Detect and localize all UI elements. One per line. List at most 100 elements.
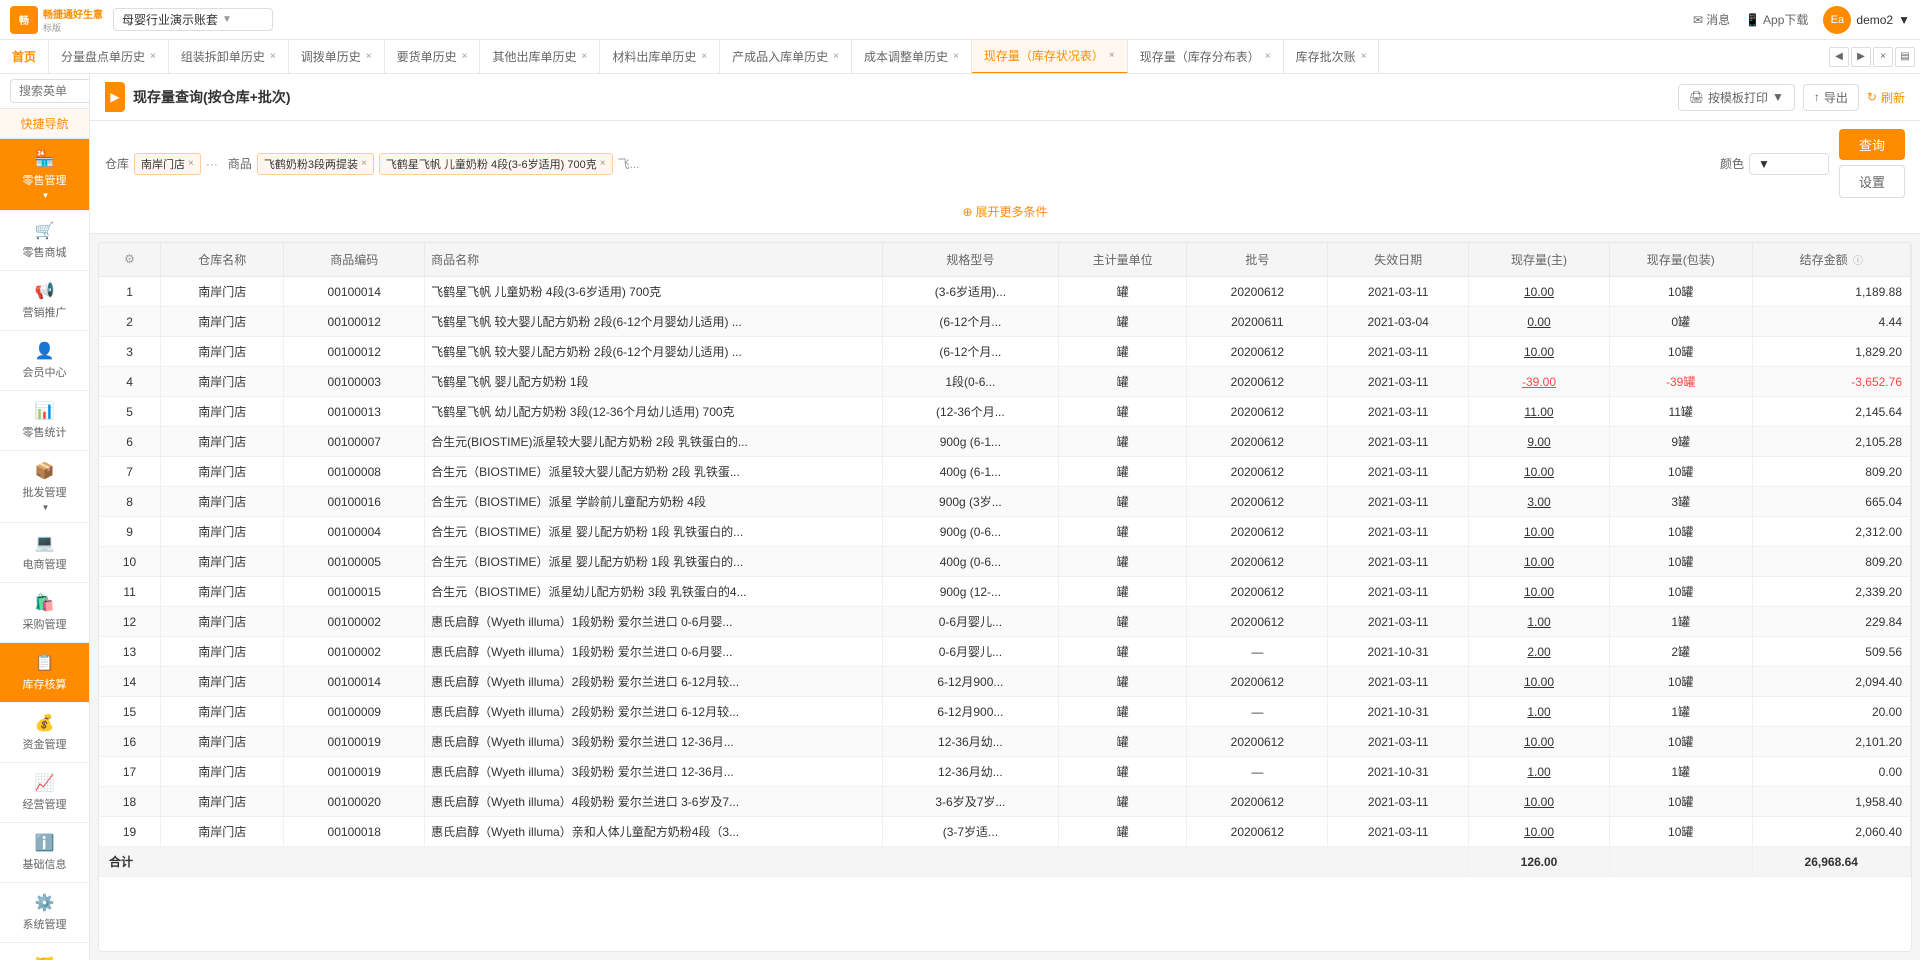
cell-batch: 20200612 [1187, 367, 1328, 397]
tab-close-icon[interactable]: × [1109, 50, 1115, 61]
cell-qty-main[interactable]: 10.00 [1469, 547, 1610, 577]
sidebar-item-shop[interactable]: 🛒 零售商城 [0, 211, 89, 271]
export-button[interactable]: ↑ 导出 [1803, 84, 1859, 111]
amount-info-icon[interactable]: ⓘ [1853, 256, 1863, 267]
cell-unit: 罐 [1058, 757, 1187, 787]
cell-seq: 4 [99, 367, 161, 397]
cell-qty-main[interactable]: -39.00 [1469, 367, 1610, 397]
sidebar-item-cooperation[interactable]: 🤝 企业协同 [0, 943, 89, 960]
cell-code: 00100019 [284, 757, 425, 787]
tab-close-icon[interactable]: × [833, 51, 839, 62]
tab-inventory-dist[interactable]: 现存量（库存分布表） × [1128, 40, 1284, 74]
sidebar-item-marketing[interactable]: 📢 营销推广 [0, 271, 89, 331]
cell-qty-main[interactable]: 10.00 [1469, 787, 1610, 817]
tab-menu-button[interactable]: ▤ [1895, 47, 1915, 67]
tab-close-icon[interactable]: × [953, 51, 959, 62]
tab-cost-adjust[interactable]: 成本调整单历史 × [852, 40, 972, 74]
app-download-button[interactable]: 📱 App下载 [1745, 11, 1808, 28]
tab-close-all-button[interactable]: × [1873, 47, 1893, 67]
table-row: 2 南岸门店 00100012 飞鹤星飞帆 较大婴儿配方奶粉 2段(6-12个月… [99, 307, 1911, 337]
tab-close-icon[interactable]: × [581, 51, 587, 62]
sidebar-item-operation[interactable]: 📈 经营管理 [0, 763, 89, 823]
cell-qty-main[interactable]: 10.00 [1469, 577, 1610, 607]
query-button[interactable]: 查询 [1839, 129, 1905, 160]
message-button[interactable]: ✉ 消息 [1693, 11, 1730, 28]
remove-product-tag-2-icon[interactable]: × [600, 158, 606, 169]
cell-seq: 5 [99, 397, 161, 427]
cell-batch: 20200612 [1187, 547, 1328, 577]
color-dropdown[interactable]: ▼ [1749, 153, 1829, 175]
tab-close-icon[interactable]: × [462, 51, 468, 62]
print-button[interactable]: 🖨 按模板打印 ▼ [1678, 84, 1795, 111]
cell-qty-main[interactable]: 10.00 [1469, 277, 1610, 307]
cell-amount: 2,145.64 [1752, 397, 1911, 427]
tab-batch-ledger[interactable]: 库存批次账 × [1284, 40, 1380, 74]
cell-qty-main[interactable]: 10.00 [1469, 517, 1610, 547]
tab-product-in[interactable]: 产成品入库单历史 × [720, 40, 852, 74]
cell-qty-pkg: 11罐 [1609, 397, 1752, 427]
tab-inventory-status[interactable]: 现存量（库存状况表） × [972, 40, 1128, 74]
sidebar-label: 零售统计 [23, 424, 67, 440]
tab-material-out[interactable]: 材料出库单历史 × [600, 40, 720, 74]
cell-qty-main[interactable]: 10.00 [1469, 457, 1610, 487]
tab-label: 分量盘点单历史 [61, 48, 145, 65]
tab-close-icon[interactable]: × [1265, 51, 1271, 62]
cell-qty-main[interactable]: 9.00 [1469, 427, 1610, 457]
quick-nav[interactable]: 快捷导航 [0, 109, 89, 139]
tab-close-icon[interactable]: × [1361, 51, 1367, 62]
cell-batch: 20200612 [1187, 457, 1328, 487]
cell-qty-main[interactable]: 0.00 [1469, 307, 1610, 337]
cell-unit: 罐 [1058, 427, 1187, 457]
cell-qty-main[interactable]: 10.00 [1469, 727, 1610, 757]
settings-button[interactable]: 设置 [1839, 165, 1905, 198]
sidebar-item-system[interactable]: ⚙️ 系统管理 [0, 883, 89, 943]
cell-warehouse: 南岸门店 [161, 697, 284, 727]
remove-warehouse-tag-icon[interactable]: × [188, 158, 194, 169]
sidebar-item-basic[interactable]: ℹ️ 基础信息 [0, 823, 89, 883]
tab-adjust[interactable]: 调拨单历史 × [289, 40, 385, 74]
sidebar-item-ecommerce[interactable]: 💻 电商管理 [0, 523, 89, 583]
tab-close-icon[interactable]: × [150, 51, 156, 62]
user-menu[interactable]: Ea demo2 ▼ [1823, 6, 1910, 34]
remove-product-tag-1-icon[interactable]: × [361, 158, 367, 169]
tab-disassemble[interactable]: 组装拆卸单历史 × [169, 40, 289, 74]
cell-qty-main[interactable]: 1.00 [1469, 607, 1610, 637]
filter-expand-button[interactable]: ▶ [105, 82, 125, 112]
cell-qty-main[interactable]: 11.00 [1469, 397, 1610, 427]
sidebar-item-wholesale[interactable]: 📦 批发管理 ▼ [0, 451, 89, 523]
cell-qty-main[interactable]: 2.00 [1469, 637, 1610, 667]
sidebar-item-purchase[interactable]: 🛍️ 采购管理 [0, 583, 89, 643]
product-more-icon[interactable]: 飞... [618, 155, 640, 172]
cell-seq: 17 [99, 757, 161, 787]
tab-close-icon[interactable]: × [270, 51, 276, 62]
enterprise-select[interactable]: 母婴行业演示账套 ▼ [113, 8, 273, 31]
tab-close-icon[interactable]: × [701, 51, 707, 62]
search-input[interactable] [10, 79, 90, 103]
cell-qty-main[interactable]: 1.00 [1469, 697, 1610, 727]
tab-request[interactable]: 要货单历史 × [385, 40, 481, 74]
cell-qty-main[interactable]: 10.00 [1469, 337, 1610, 367]
cell-qty-main[interactable]: 10.00 [1469, 667, 1610, 697]
expand-filter-button[interactable]: ⊕ 展开更多条件 [105, 198, 1905, 225]
cell-qty-main[interactable]: 1.00 [1469, 757, 1610, 787]
cell-seq: 14 [99, 667, 161, 697]
filter-area: 仓库 南岸门店 × ··· 商品 飞鹤奶粉3段两提装 [90, 121, 1920, 234]
tab-home[interactable]: 首页 [0, 40, 49, 74]
cell-qty-main[interactable]: 3.00 [1469, 487, 1610, 517]
tab-close-icon[interactable]: × [366, 51, 372, 62]
sidebar-item-member[interactable]: 👤 会员中心 [0, 331, 89, 391]
cell-expire: 2021-03-11 [1328, 787, 1469, 817]
tab-other-out[interactable]: 其他出库单历史 × [480, 40, 600, 74]
tab-next-button[interactable]: ▶ [1851, 47, 1871, 67]
tab-prev-button[interactable]: ◀ [1829, 47, 1849, 67]
cell-qty-main[interactable]: 10.00 [1469, 817, 1610, 847]
cell-name: 惠氏启醇（Wyeth illuma）亲和人体儿童配方奶粉4段（3... [425, 817, 883, 847]
sidebar-item-retail[interactable]: 🏪 零售管理 ▼ [0, 139, 89, 211]
sidebar-item-inventory[interactable]: 📋 库存核算 [0, 643, 89, 703]
sidebar-item-retail-stats[interactable]: 📊 零售统计 [0, 391, 89, 451]
settings-gear-icon[interactable]: ⚙ [122, 252, 138, 268]
refresh-button[interactable]: ↻ 刷新 [1867, 89, 1905, 106]
tab-split-inventory[interactable]: 分量盘点单历史 × [49, 40, 169, 74]
cell-warehouse: 南岸门店 [161, 487, 284, 517]
sidebar-item-finance[interactable]: 💰 资金管理 [0, 703, 89, 763]
